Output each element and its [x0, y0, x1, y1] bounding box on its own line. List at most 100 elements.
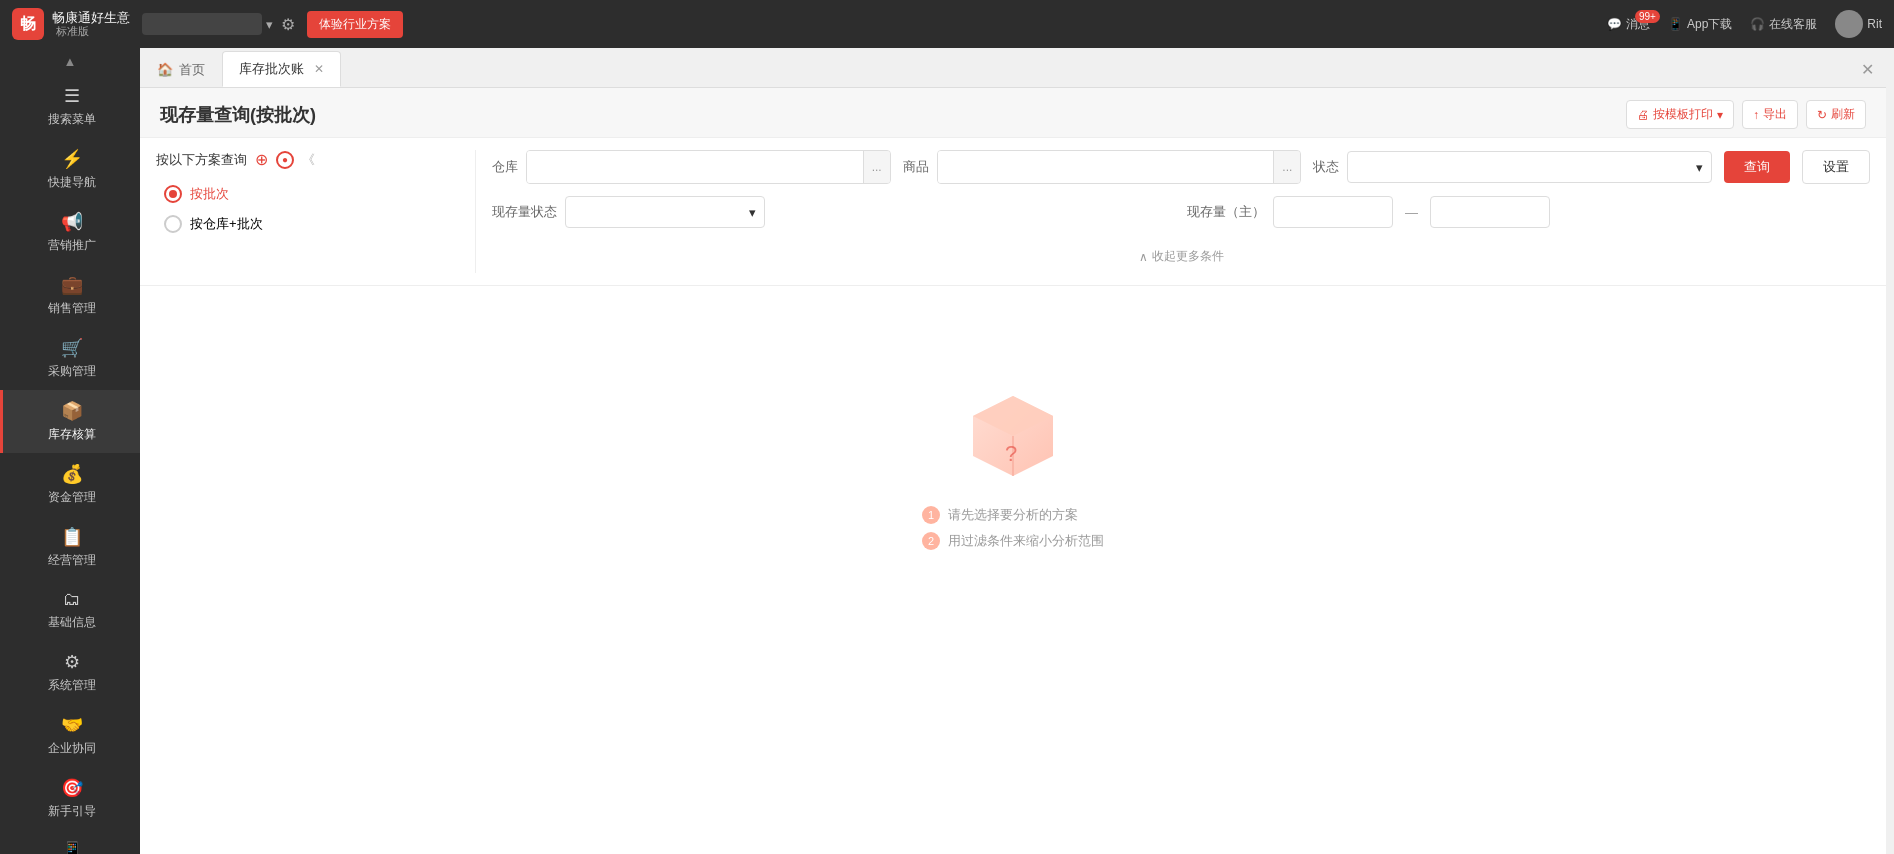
tab-home[interactable]: 🏠 首页: [140, 51, 222, 87]
tab-batch-account[interactable]: 库存批次账 ✕: [222, 51, 341, 87]
tab-right-close-button[interactable]: ✕: [1849, 52, 1886, 87]
sidebar-item-app-center[interactable]: 📱 应用中心: [0, 830, 140, 854]
search-input[interactable]: [142, 13, 262, 35]
sidebar-item-search[interactable]: ☰ 搜索菜单: [0, 75, 140, 138]
page-title: 现存量查询(按批次): [160, 103, 316, 127]
tab-close-icon[interactable]: ✕: [314, 62, 324, 76]
stock-status-select[interactable]: ▾: [565, 196, 765, 228]
sidebar-item-quick-nav[interactable]: ⚡ 快捷导航: [0, 138, 140, 201]
app-logo: 畅: [12, 8, 44, 40]
messages-item[interactable]: 💬 消息 99+: [1607, 16, 1650, 33]
app-download-icon: 📱: [1668, 17, 1683, 31]
quick-nav-icon: ⚡: [61, 148, 83, 170]
sidebar-item-enterprise[interactable]: 🤝 企业协同: [0, 704, 140, 767]
inventory-icon: 📦: [61, 400, 83, 422]
main-layout: ▲ ☰ 搜索菜单 ⚡ 快捷导航 📢 营销推广 💼 销售管理 🛒 采购管理 📦 库…: [0, 48, 1894, 854]
status-label: 状态: [1313, 158, 1339, 176]
sidebar-item-label: 新手引导: [48, 803, 96, 820]
sidebar-scroll-up[interactable]: ▲: [0, 48, 140, 75]
empty-tips: 1 请先选择要分析的方案 2 用过滤条件来缩小分析范围: [922, 506, 1104, 550]
warehouse-input[interactable]: [527, 151, 863, 183]
tab-bar: 🏠 首页 库存批次账 ✕ ✕: [140, 48, 1886, 88]
separator: —: [1401, 205, 1422, 220]
sidebar-item-system[interactable]: ⚙ 系统管理: [0, 641, 140, 704]
tip-text-2: 用过滤条件来缩小分析范围: [948, 532, 1104, 550]
filter-scheme-panel: 按以下方案查询 ⊕ ● 《 按批次 按仓库+批次: [156, 150, 476, 273]
warehouse-more-btn[interactable]: ...: [863, 151, 890, 183]
stock-amount-max-input[interactable]: [1430, 196, 1550, 228]
stock-amount-label: 现存量（主）: [1187, 203, 1265, 221]
messages-badge: 99+: [1635, 10, 1660, 23]
filter-row-1: 仓库 ... 商品 ...: [492, 150, 1870, 184]
add-scheme-icon[interactable]: ⊕: [255, 150, 268, 169]
search-dropdown-icon[interactable]: ▾: [266, 17, 273, 32]
sidebar-item-label: 基础信息: [48, 614, 96, 631]
home-icon: 🏠: [157, 62, 173, 77]
gear-icon[interactable]: ⚙: [281, 15, 295, 34]
chevron-down-icon: ▾: [1696, 160, 1703, 175]
settings-button[interactable]: 设置: [1802, 150, 1870, 184]
sidebar-item-marketing[interactable]: 📢 营销推广: [0, 201, 140, 264]
headset-icon: 🎧: [1750, 17, 1765, 31]
collapse-schemes-icon[interactable]: 《: [302, 151, 315, 169]
operations-icon: 📋: [61, 526, 83, 548]
status-select[interactable]: ▾: [1347, 151, 1712, 183]
online-service-item[interactable]: 🎧 在线客服: [1750, 16, 1817, 33]
sidebar-item-operations[interactable]: 📋 经营管理: [0, 516, 140, 579]
content-area: 🏠 首页 库存批次账 ✕ ✕ 现存量查询(按批次) 🖨 按模板打印 ▾: [140, 48, 1886, 854]
scheme-settings-icon[interactable]: ●: [276, 151, 294, 169]
purchase-icon: 🛒: [61, 337, 83, 359]
empty-tip-1: 1 请先选择要分析的方案: [922, 506, 1104, 524]
right-scrollbar: [1886, 48, 1894, 854]
filter-row-2: 现存量状态 ▾ 现存量（主） —: [492, 196, 1870, 228]
scheme-option-batch[interactable]: 按批次: [156, 179, 463, 209]
stock-amount-min-input[interactable]: [1273, 196, 1393, 228]
sidebar-item-basic[interactable]: 🗂 基础信息: [0, 579, 140, 641]
product-field: 商品 ...: [903, 150, 1302, 184]
search-menu-icon: ☰: [64, 85, 80, 107]
sidebar-item-label: 搜索菜单: [48, 111, 96, 128]
sidebar-item-inventory[interactable]: 📦 库存核算: [0, 390, 140, 453]
app-download-item[interactable]: 📱 App下载: [1668, 16, 1732, 33]
sidebar-item-finance[interactable]: 💰 资金管理: [0, 453, 140, 516]
radio-icon-warehouse-batch: [164, 215, 182, 233]
sidebar-item-purchase[interactable]: 🛒 采购管理: [0, 327, 140, 390]
svg-text:?: ?: [1005, 441, 1017, 466]
sidebar: ▲ ☰ 搜索菜单 ⚡ 快捷导航 📢 营销推广 💼 销售管理 🛒 采购管理 📦 库…: [0, 48, 140, 854]
page-header-actions: 🖨 按模板打印 ▾ ↑ 导出 ↻ 刷新: [1626, 100, 1866, 129]
query-button[interactable]: 查询: [1724, 151, 1790, 183]
product-input[interactable]: [938, 151, 1274, 183]
sidebar-item-label: 快捷导航: [48, 174, 96, 191]
refresh-icon: ↻: [1817, 108, 1827, 122]
product-label: 商品: [903, 158, 929, 176]
message-icon: 💬: [1607, 17, 1622, 31]
chevron-down-icon: ▾: [1717, 108, 1723, 122]
filter-fields-panel: 仓库 ... 商品 ...: [476, 150, 1870, 273]
sales-icon: 💼: [61, 274, 83, 296]
app-subtitle: 标准版: [56, 25, 130, 38]
avatar: [1835, 10, 1863, 38]
page-content: 现存量查询(按批次) 🖨 按模板打印 ▾ ↑ 导出 ↻ 刷新: [140, 88, 1886, 854]
sidebar-item-sales[interactable]: 💼 销售管理: [0, 264, 140, 327]
top-bar: 畅 畅康通好生意 标准版 ▾ ⚙ 体验行业方案 💬 消息 99+ 📱 App下载…: [0, 0, 1894, 48]
stock-status-label: 现存量状态: [492, 203, 557, 221]
user-avatar-item[interactable]: Rit: [1835, 10, 1882, 38]
filter-collapse-row[interactable]: ∧ 收起更多条件: [492, 240, 1870, 273]
warehouse-label: 仓库: [492, 158, 518, 176]
warehouse-field: 仓库 ...: [492, 150, 891, 184]
product-more-btn[interactable]: ...: [1273, 151, 1300, 183]
refresh-button[interactable]: ↻ 刷新: [1806, 100, 1866, 129]
sidebar-item-label: 销售管理: [48, 300, 96, 317]
system-icon: ⚙: [64, 651, 80, 673]
user-name: Rit: [1867, 17, 1882, 31]
sidebar-item-label: 系统管理: [48, 677, 96, 694]
export-icon: ↑: [1753, 108, 1759, 122]
scheme-option-warehouse-batch[interactable]: 按仓库+批次: [156, 209, 463, 239]
page-header: 现存量查询(按批次) 🖨 按模板打印 ▾ ↑ 导出 ↻ 刷新: [140, 88, 1886, 138]
sidebar-item-guide[interactable]: 🎯 新手引导: [0, 767, 140, 830]
template-print-button[interactable]: 🖨 按模板打印 ▾: [1626, 100, 1734, 129]
filter-scheme-title: 按以下方案查询 ⊕ ● 《: [156, 150, 463, 169]
export-button[interactable]: ↑ 导出: [1742, 100, 1798, 129]
warehouse-input-group: ...: [526, 150, 891, 184]
trial-button[interactable]: 体验行业方案: [307, 11, 403, 38]
